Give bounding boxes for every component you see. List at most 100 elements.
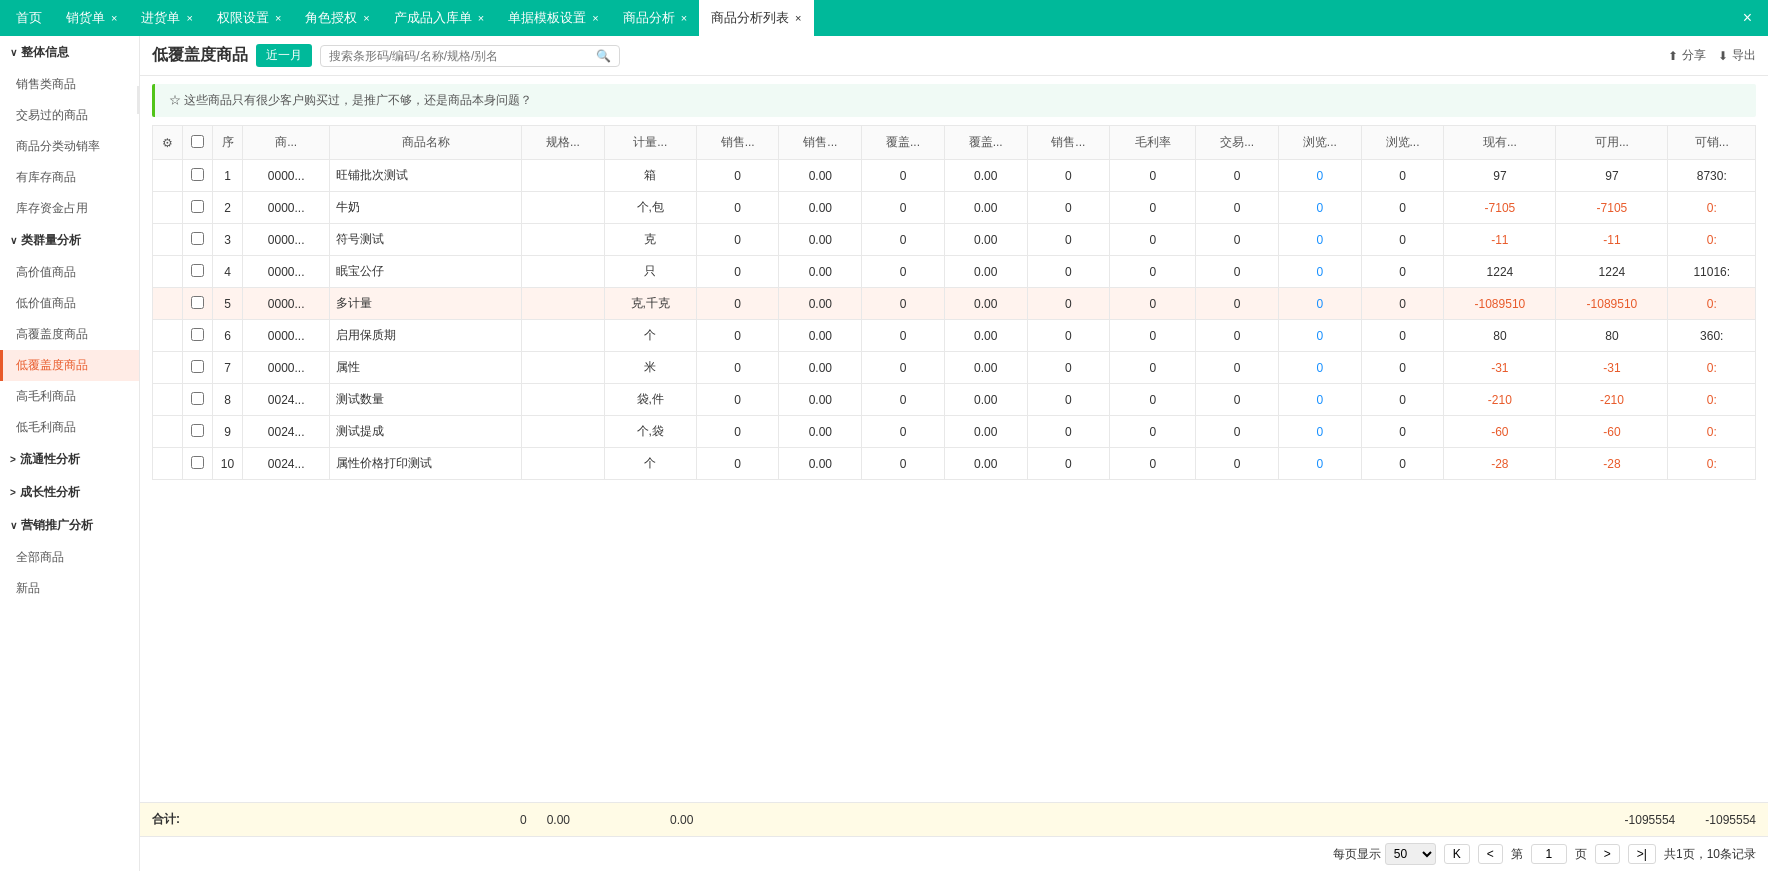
row-checkbox[interactable] xyxy=(191,200,204,213)
search-input[interactable] xyxy=(329,49,592,63)
sidebar-section-overall[interactable]: ∨ 整体信息 xyxy=(0,36,139,69)
cell-name: 眠宝公仔 xyxy=(330,256,522,288)
sidebar-item-stock-capital[interactable]: 库存资金占用 xyxy=(0,193,139,224)
sidebar-item-low-margin[interactable]: 低毛利商品 xyxy=(0,412,139,443)
nav-sales[interactable]: 销货单 × xyxy=(54,0,129,36)
nav-roles[interactable]: 角色授权 × xyxy=(293,0,381,36)
share-button[interactable]: ⬆ 分享 xyxy=(1668,47,1706,64)
cell-browse1[interactable]: 0 xyxy=(1279,192,1362,224)
table-row: 10 0024... 属性价格打印测试 个 0 0.00 0 0.00 0 0 … xyxy=(153,448,1756,480)
sidebar-item-low-coverage[interactable]: 低覆盖度商品 xyxy=(0,350,139,381)
cell-no: 7 xyxy=(213,352,243,384)
cell-browse1[interactable]: 0 xyxy=(1279,352,1362,384)
cell-checkbox[interactable] xyxy=(183,192,213,224)
export-button[interactable]: ⬇ 导出 xyxy=(1718,47,1756,64)
cell-spec xyxy=(522,192,605,224)
nav-product-analysis[interactable]: 商品分析 × xyxy=(611,0,699,36)
cell-unit: 个,包 xyxy=(604,192,696,224)
cell-unit: 个,袋 xyxy=(604,416,696,448)
nav-product-analysis-list-close[interactable]: × xyxy=(795,12,801,24)
sidebar-section-marketing[interactable]: ∨ 营销推广分析 xyxy=(0,509,139,542)
sidebar-item-high-value[interactable]: 高价值商品 xyxy=(0,257,139,288)
row-checkbox[interactable] xyxy=(191,264,204,277)
cell-unit: 米 xyxy=(604,352,696,384)
cell-sales2: 0 xyxy=(1027,416,1110,448)
prev-page-btn[interactable]: < xyxy=(1478,844,1503,864)
nav-product-entry[interactable]: 产成品入库单 × xyxy=(382,0,496,36)
sidebar-item-traded-products[interactable]: 交易过的商品 xyxy=(0,100,139,131)
cell-browse1[interactable]: 0 xyxy=(1279,448,1362,480)
nav-roles-close[interactable]: × xyxy=(363,12,369,24)
page-input[interactable] xyxy=(1531,844,1567,864)
sidebar-section-cluster[interactable]: ∨ 类群量分析 xyxy=(0,224,139,257)
sidebar-section-growth[interactable]: > 成长性分析 xyxy=(0,476,139,509)
cell-cover1: 0 xyxy=(862,448,945,480)
cell-browse1[interactable]: 0 xyxy=(1279,416,1362,448)
window-close[interactable]: × xyxy=(1731,9,1764,27)
sidebar-item-high-coverage[interactable]: 高覆盖度商品 xyxy=(0,319,139,350)
nav-home[interactable]: 首页 xyxy=(4,0,54,36)
sidebar-item-high-margin[interactable]: 高毛利商品 xyxy=(0,381,139,412)
sidebar-section-liquidity[interactable]: > 流通性分析 xyxy=(0,443,139,476)
row-checkbox[interactable] xyxy=(191,424,204,437)
row-checkbox[interactable] xyxy=(191,360,204,373)
nav-sales-close[interactable]: × xyxy=(111,12,117,24)
cell-checkbox[interactable] xyxy=(183,320,213,352)
nav-purchase-close[interactable]: × xyxy=(186,12,192,24)
period-button[interactable]: 近一月 xyxy=(256,44,312,67)
select-all-checkbox[interactable] xyxy=(191,135,204,148)
cell-browse1[interactable]: 0 xyxy=(1279,224,1362,256)
col-settings[interactable]: ⚙ xyxy=(153,126,183,160)
search-icon[interactable]: 🔍 xyxy=(596,49,611,63)
cell-checkbox[interactable] xyxy=(183,256,213,288)
cell-browse1[interactable]: 0 xyxy=(1279,256,1362,288)
nav-product-analysis-list[interactable]: 商品分析列表 × xyxy=(699,0,813,36)
row-checkbox[interactable] xyxy=(191,456,204,469)
nav-template-close[interactable]: × xyxy=(592,12,598,24)
nav-purchase[interactable]: 进货单 × xyxy=(129,0,204,36)
nav-product-analysis-close[interactable]: × xyxy=(681,12,687,24)
last-page-btn[interactable]: >| xyxy=(1628,844,1656,864)
sidebar-item-low-value[interactable]: 低价值商品 xyxy=(0,288,139,319)
info-banner: ☆ 这些商品只有很少客户购买过，是推广不够，还是商品本身问题？ xyxy=(152,84,1756,117)
sidebar-item-in-stock[interactable]: 有库存商品 xyxy=(0,162,139,193)
nav-product-entry-close[interactable]: × xyxy=(478,12,484,24)
nav-template[interactable]: 单据模板设置 × xyxy=(496,0,610,36)
cell-no: 5 xyxy=(213,288,243,320)
cell-checkbox[interactable] xyxy=(183,224,213,256)
cell-spec xyxy=(522,256,605,288)
cell-browse1[interactable]: 0 xyxy=(1279,384,1362,416)
cell-avail: -60 xyxy=(1556,416,1668,448)
cell-checkbox[interactable] xyxy=(183,416,213,448)
cell-checkbox[interactable] xyxy=(183,352,213,384)
next-page-btn[interactable]: > xyxy=(1595,844,1620,864)
row-checkbox[interactable] xyxy=(191,296,204,309)
cell-gross-rate: 0 xyxy=(1110,160,1196,192)
row-checkbox[interactable] xyxy=(191,392,204,405)
sidebar-item-new-products[interactable]: 新品 xyxy=(0,573,139,604)
cell-checkbox[interactable] xyxy=(183,384,213,416)
row-checkbox[interactable] xyxy=(191,232,204,245)
settings-icon[interactable]: ⚙ xyxy=(162,136,173,150)
nav-permissions-close[interactable]: × xyxy=(275,12,281,24)
sidebar-item-sales-products[interactable]: 销售类商品 xyxy=(0,69,139,100)
cell-browse1[interactable]: 0 xyxy=(1279,160,1362,192)
sidebar-item-all-products[interactable]: 全部商品 xyxy=(0,542,139,573)
cell-trans: 0 xyxy=(1196,256,1279,288)
first-page-btn[interactable]: K xyxy=(1444,844,1470,864)
nav-permissions[interactable]: 权限设置 × xyxy=(205,0,293,36)
cell-checkbox[interactable] xyxy=(183,160,213,192)
col-name: 商品名称 xyxy=(330,126,522,160)
cell-browse1[interactable]: 0 xyxy=(1279,320,1362,352)
row-checkbox[interactable] xyxy=(191,328,204,341)
row-checkbox[interactable] xyxy=(191,168,204,181)
total-label: 合计: xyxy=(152,811,180,828)
cell-no: 9 xyxy=(213,416,243,448)
sidebar-item-category-rate[interactable]: 商品分类动销率 xyxy=(0,131,139,162)
cell-trans: 0 xyxy=(1196,320,1279,352)
cell-browse1[interactable]: 0 xyxy=(1279,288,1362,320)
page-size-dropdown[interactable]: 10 20 50 100 xyxy=(1385,843,1436,865)
cell-browse2: 0 xyxy=(1361,320,1444,352)
cell-checkbox[interactable] xyxy=(183,288,213,320)
cell-checkbox[interactable] xyxy=(183,448,213,480)
